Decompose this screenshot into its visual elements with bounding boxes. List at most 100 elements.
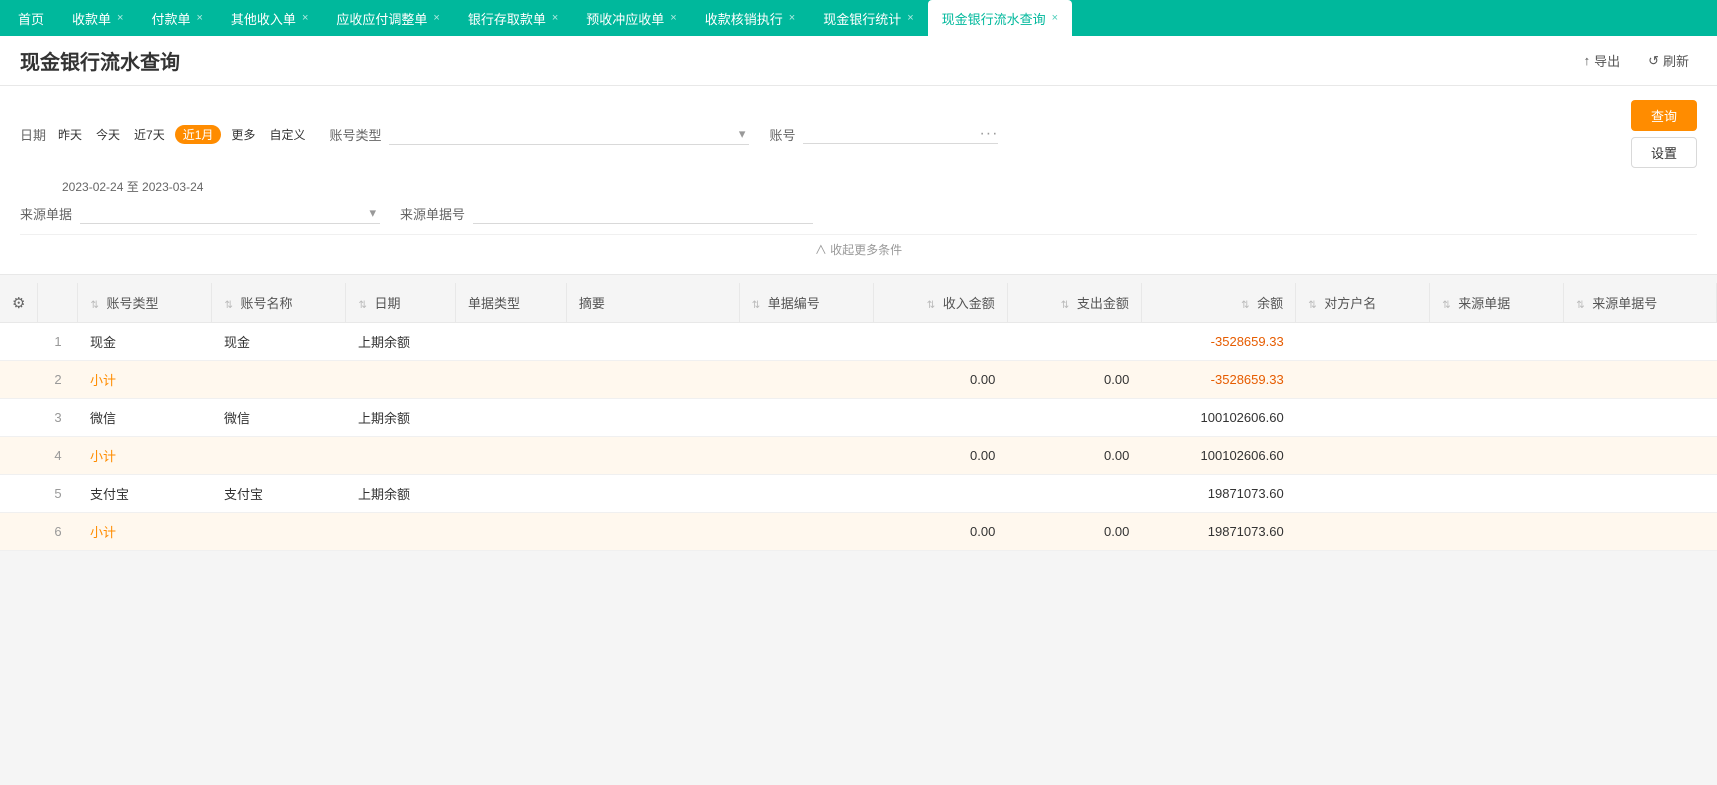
table-cell xyxy=(1564,361,1717,399)
table-cell xyxy=(1296,361,1430,399)
col-settings[interactable]: ⚙ xyxy=(0,283,38,323)
table-cell xyxy=(566,437,739,475)
col-income[interactable]: ⇅ 收入金额 xyxy=(873,283,1007,323)
date-opt-today[interactable]: 今天 xyxy=(92,125,124,144)
query-button[interactable]: 查询 xyxy=(1631,100,1697,131)
col-source-doc[interactable]: ⇅ 来源单据 xyxy=(1430,283,1564,323)
account-type-select[interactable]: ▾ xyxy=(389,124,749,145)
header-actions: ↑ 导出 ↺ 刷新 xyxy=(1576,47,1697,74)
table-cell xyxy=(739,513,873,551)
settings-button[interactable]: 设置 xyxy=(1631,137,1697,168)
date-opt-7days[interactable]: 近7天 xyxy=(130,125,169,144)
table-cell xyxy=(455,323,566,361)
nav-tab-bank-deposit[interactable]: 银行存取款单 × xyxy=(454,0,572,36)
table-cell xyxy=(1007,475,1141,513)
nav-tab-cash-bank-stats[interactable]: 现金银行统计 × xyxy=(809,0,927,36)
nav-tab-other-income[interactable]: 其他收入单 × xyxy=(217,0,322,36)
table-cell xyxy=(1007,399,1141,437)
nav-home[interactable]: 首页 xyxy=(4,0,58,36)
right-buttons: 查询 设置 xyxy=(1631,100,1697,168)
top-navigation: 首页 收款单 × 付款单 × 其他收入单 × 应收应付调整单 × 银行存取款单 … xyxy=(0,0,1717,36)
table-cell: 上期余额 xyxy=(346,399,456,437)
table-cell xyxy=(739,323,873,361)
col-date[interactable]: ⇅ 日期 xyxy=(346,283,456,323)
close-icon[interactable]: × xyxy=(117,12,123,24)
sort-icon: ⇅ xyxy=(1576,300,1584,311)
col-counterparty[interactable]: ⇅ 对方户名 xyxy=(1296,283,1430,323)
account-browse-button[interactable]: ··· xyxy=(979,125,998,143)
close-icon[interactable]: × xyxy=(1052,12,1058,24)
table-cell: 0.00 xyxy=(1007,437,1141,475)
close-icon[interactable]: × xyxy=(433,12,439,24)
gear-icon[interactable]: ⚙ xyxy=(12,295,25,312)
col-account-name[interactable]: ⇅ 账号名称 xyxy=(212,283,346,323)
table-cell xyxy=(739,361,873,399)
sort-icon: ⇅ xyxy=(1308,300,1316,311)
date-opt-1month[interactable]: 近1月 xyxy=(175,125,222,144)
col-account-type[interactable]: ⇅ 账号类型 xyxy=(78,283,212,323)
table-cell xyxy=(1564,475,1717,513)
date-opt-yesterday[interactable]: 昨天 xyxy=(54,125,86,144)
col-doc-no[interactable]: ⇅ 单据编号 xyxy=(739,283,873,323)
close-icon[interactable]: × xyxy=(670,12,676,24)
table-cell: 19871073.60 xyxy=(1141,513,1295,551)
refresh-button[interactable]: ↺ 刷新 xyxy=(1640,47,1697,74)
table-cell: 1 xyxy=(38,323,78,361)
col-summary: 摘要 xyxy=(566,283,739,323)
table-cell: 100102606.60 xyxy=(1141,399,1295,437)
date-range-text: 2023-02-24 至 2023-03-24 xyxy=(62,180,203,194)
nav-tab-payments[interactable]: 付款单 × xyxy=(137,0,216,36)
table-cell xyxy=(346,361,456,399)
table-cell: 100102606.60 xyxy=(1141,437,1295,475)
source-doc-no-input[interactable] xyxy=(473,204,813,224)
table-cell xyxy=(346,513,456,551)
table-row: 6小计0.000.0019871073.60 xyxy=(0,513,1717,551)
table-cell: -3528659.33 xyxy=(1141,361,1295,399)
table-cell xyxy=(0,399,38,437)
nav-tab-receipts[interactable]: 收款单 × xyxy=(58,0,137,36)
table-cell xyxy=(739,475,873,513)
table-row: 2小计0.000.00-3528659.33 xyxy=(0,361,1717,399)
col-balance[interactable]: ⇅ 余额 xyxy=(1141,283,1295,323)
table-cell: 上期余额 xyxy=(346,323,456,361)
table-cell xyxy=(566,399,739,437)
table-cell: 4 xyxy=(38,437,78,475)
table-cell xyxy=(1007,323,1141,361)
table-cell xyxy=(1564,323,1717,361)
table-cell xyxy=(566,361,739,399)
sort-icon: ⇅ xyxy=(1061,300,1069,311)
close-icon[interactable]: × xyxy=(196,12,202,24)
table-cell: 上期余额 xyxy=(346,475,456,513)
date-opt-more[interactable]: 更多 xyxy=(227,125,259,144)
table-cell: -3528659.33 xyxy=(1141,323,1295,361)
data-table: ⚙ ⇅ 账号类型 ⇅ 账号名称 ⇅ 日期 单据类型 xyxy=(0,283,1717,551)
table-row: 1现金现金上期余额-3528659.33 xyxy=(0,323,1717,361)
collapse-bar[interactable]: ∧ 收起更多条件 xyxy=(20,234,1697,264)
table-cell: 现金 xyxy=(78,323,212,361)
close-icon[interactable]: × xyxy=(907,12,913,24)
table-cell: 小计 xyxy=(78,437,212,475)
page-header: 现金银行流水查询 ↑ 导出 ↺ 刷新 xyxy=(0,36,1717,86)
nav-tab-receipt-exec[interactable]: 收款核销执行 × xyxy=(691,0,809,36)
date-opt-custom[interactable]: 自定义 xyxy=(265,125,309,144)
close-icon[interactable]: × xyxy=(552,12,558,24)
nav-tab-prepay-writeoff[interactable]: 预收冲应收单 × xyxy=(572,0,690,36)
table-cell xyxy=(1296,513,1430,551)
table-cell: 0.00 xyxy=(873,513,1007,551)
export-button[interactable]: ↑ 导出 xyxy=(1576,47,1629,74)
table-cell: 微信 xyxy=(78,399,212,437)
table-cell xyxy=(1564,513,1717,551)
nav-tab-ar-ap-adjust[interactable]: 应收应付调整单 × xyxy=(322,0,453,36)
table-cell: 小计 xyxy=(78,513,212,551)
account-filter-group: 账号 ··· xyxy=(769,125,1611,144)
filter-row-1: 日期 昨天 今天 近7天 近1月 更多 自定义 账号类型 ▾ 账号 ··· xyxy=(20,100,1697,168)
account-input[interactable] xyxy=(803,126,979,141)
nav-tab-cash-bank-flow[interactable]: 现金银行流水查询 × xyxy=(928,0,1072,36)
close-icon[interactable]: × xyxy=(302,12,308,24)
source-doc-select[interactable]: ▾ xyxy=(80,203,380,224)
close-icon[interactable]: × xyxy=(789,12,795,24)
source-doc-label: 来源单据 xyxy=(20,204,72,223)
col-expense[interactable]: ⇅ 支出金额 xyxy=(1007,283,1141,323)
col-source-doc-no[interactable]: ⇅ 来源单据号 xyxy=(1564,283,1717,323)
table-row: 4小计0.000.00100102606.60 xyxy=(0,437,1717,475)
